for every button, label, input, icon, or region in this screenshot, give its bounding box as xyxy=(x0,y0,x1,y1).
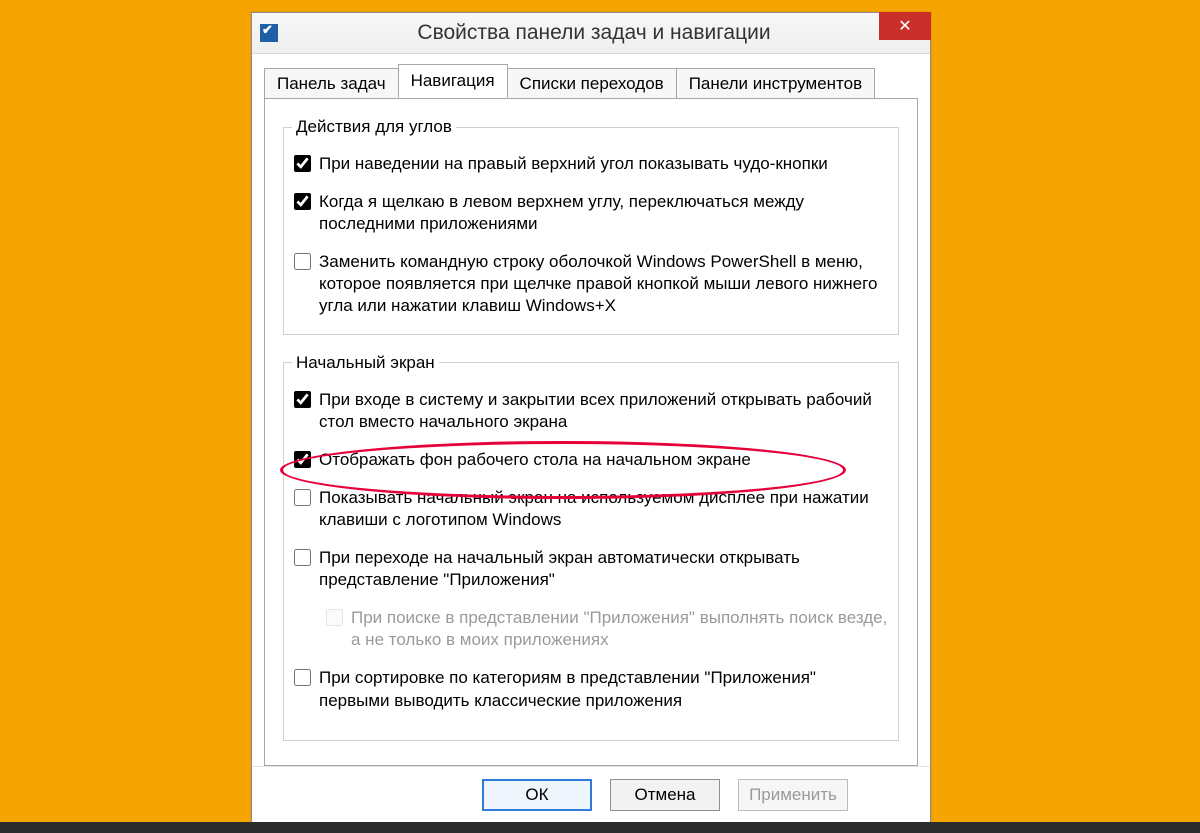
checkbox-powershell-replace[interactable] xyxy=(294,253,311,270)
label-apps-view-on-start: При переходе на начальный экран автомати… xyxy=(319,547,890,591)
tab-page-navigation: Действия для углов При наведении на прав… xyxy=(264,98,918,766)
group-corner-actions-legend: Действия для углов xyxy=(292,117,456,137)
checkbox-show-charms[interactable] xyxy=(294,155,311,172)
option-boot-to-desktop[interactable]: При входе в систему и закрытии всех прил… xyxy=(294,389,890,433)
option-powershell-replace[interactable]: Заменить командную строку оболочкой Wind… xyxy=(294,251,890,317)
tab-taskbar[interactable]: Панель задач xyxy=(264,68,399,99)
tab-navigation[interactable]: Навигация xyxy=(398,64,508,98)
titlebar: Свойства панели задач и навигации ✕ xyxy=(252,13,930,54)
label-show-charms: При наведении на правый верхний угол пок… xyxy=(319,153,890,175)
close-button[interactable]: ✕ xyxy=(879,12,931,40)
ok-button[interactable]: ОК xyxy=(482,779,592,811)
tab-toolbars[interactable]: Панели инструментов xyxy=(676,68,875,99)
option-start-on-current-display[interactable]: Показывать начальный экран на используем… xyxy=(294,487,890,531)
label-search-everywhere: При поиске в представлении "Приложения" … xyxy=(351,607,890,651)
option-apps-view-on-start[interactable]: При переходе на начальный экран автомати… xyxy=(294,547,890,591)
group-start-screen: Начальный экран При входе в систему и за… xyxy=(283,353,899,741)
taskbar-properties-icon xyxy=(260,24,278,42)
label-switch-apps: Когда я щелкаю в левом верхнем углу, пер… xyxy=(319,191,890,235)
checkbox-search-everywhere xyxy=(326,609,343,626)
option-switch-apps[interactable]: Когда я щелкаю в левом верхнем углу, пер… xyxy=(294,191,890,235)
tab-jumplists[interactable]: Списки переходов xyxy=(507,68,677,99)
label-powershell-replace: Заменить командную строку оболочкой Wind… xyxy=(319,251,890,317)
checkbox-start-on-current-display[interactable] xyxy=(294,489,311,506)
dialog-button-row: ОК Отмена Применить xyxy=(252,766,930,823)
label-desktop-apps-first: При сортировке по категориям в представл… xyxy=(319,667,890,711)
desktop-taskbar xyxy=(0,822,1200,833)
label-start-on-current-display: Показывать начальный экран на используем… xyxy=(319,487,890,531)
cancel-button[interactable]: Отмена xyxy=(610,779,720,811)
label-boot-to-desktop: При входе в систему и закрытии всех прил… xyxy=(319,389,890,433)
window-title: Свойства панели задач и навигации xyxy=(278,21,930,45)
close-icon: ✕ xyxy=(898,16,911,36)
option-desktop-apps-first[interactable]: При сортировке по категориям в представл… xyxy=(294,667,890,711)
checkbox-desktop-apps-first[interactable] xyxy=(294,669,311,686)
apply-button[interactable]: Применить xyxy=(738,779,848,811)
label-desktop-background-on-start: Отображать фон рабочего стола на начальн… xyxy=(319,449,890,471)
option-desktop-background-on-start[interactable]: Отображать фон рабочего стола на начальн… xyxy=(294,449,890,471)
option-search-everywhere: При поиске в представлении "Приложения" … xyxy=(326,607,890,651)
group-start-screen-legend: Начальный экран xyxy=(292,353,439,373)
checkbox-apps-view-on-start[interactable] xyxy=(294,549,311,566)
checkbox-boot-to-desktop[interactable] xyxy=(294,391,311,408)
tab-strip: Панель задач Навигация Списки переходов … xyxy=(264,64,918,98)
option-show-charms[interactable]: При наведении на правый верхний угол пок… xyxy=(294,153,890,175)
checkbox-switch-apps[interactable] xyxy=(294,193,311,210)
checkbox-desktop-background-on-start[interactable] xyxy=(294,451,311,468)
properties-dialog: Свойства панели задач и навигации ✕ Пане… xyxy=(251,12,931,824)
group-corner-actions: Действия для углов При наведении на прав… xyxy=(283,117,899,335)
